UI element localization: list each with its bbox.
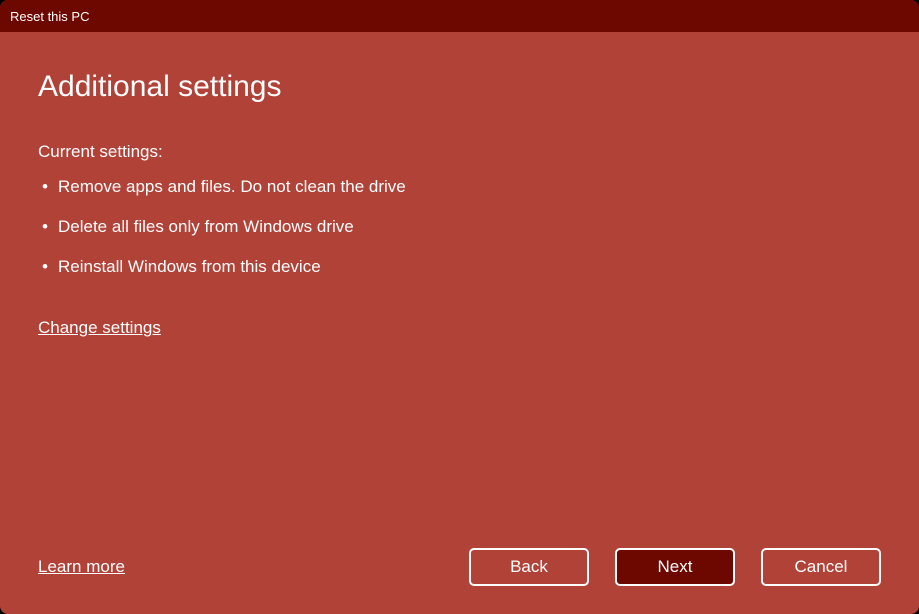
setting-item: Delete all files only from Windows drive [38, 216, 881, 238]
button-row: Back Next Cancel [469, 548, 881, 586]
settings-list: Remove apps and files. Do not clean the … [38, 176, 881, 296]
back-button[interactable]: Back [469, 548, 589, 586]
next-button[interactable]: Next [615, 548, 735, 586]
dialog-footer: Learn more Back Next Cancel [38, 548, 881, 586]
dialog-content: Additional settings Current settings: Re… [0, 32, 919, 614]
page-heading: Additional settings [38, 70, 881, 104]
cancel-button[interactable]: Cancel [761, 548, 881, 586]
reset-pc-dialog: Reset this PC Additional settings Curren… [0, 0, 919, 614]
setting-item: Remove apps and files. Do not clean the … [38, 176, 881, 198]
change-settings-link[interactable]: Change settings [38, 318, 161, 338]
window-title: Reset this PC [10, 9, 89, 24]
learn-more-link[interactable]: Learn more [38, 557, 125, 577]
titlebar: Reset this PC [0, 0, 919, 32]
setting-item: Reinstall Windows from this device [38, 256, 881, 278]
current-settings-label: Current settings: [38, 142, 881, 162]
